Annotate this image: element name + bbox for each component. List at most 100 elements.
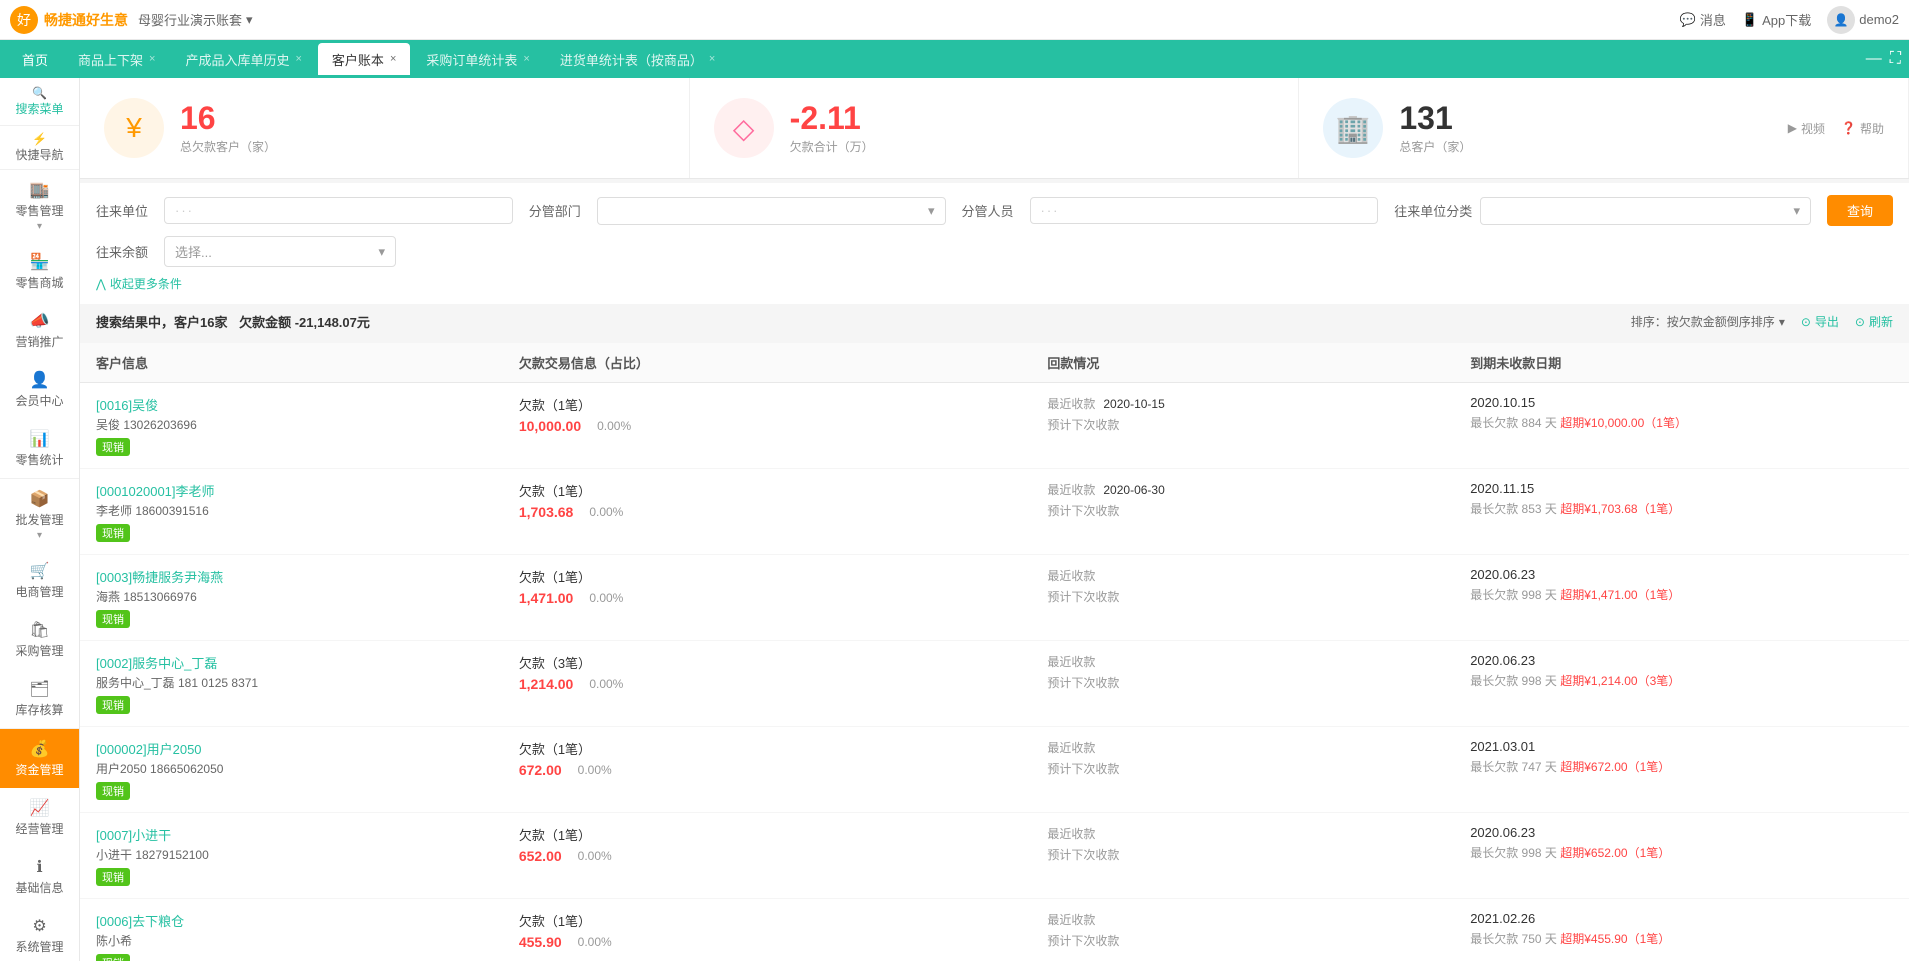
- overdue-amount-4[interactable]: 超期¥672.00（1笔）: [1560, 760, 1670, 774]
- tab-close-icon[interactable]: ×: [149, 53, 155, 65]
- sidebar-item-system[interactable]: ⚙ 系统管理: [0, 906, 79, 961]
- sidebar-item-member[interactable]: 👤 会员中心: [0, 360, 79, 419]
- customer-tag-3: 现销: [96, 696, 130, 714]
- customer-name-2[interactable]: [0003]畅捷服务尹海燕: [96, 567, 519, 586]
- sidebar-item-purchase[interactable]: 🛍 采购管理: [0, 610, 79, 669]
- overdue-amount-3[interactable]: 超期¥1,214.00（3笔）: [1560, 674, 1680, 688]
- return-info-0: 最近收款 2020-10-15 预计下次收款: [1047, 395, 1470, 456]
- return-label-2: 最近收款: [1047, 567, 1470, 584]
- overdue-detail-5: 最长欠款 998 天 超期¥652.00（1笔）: [1470, 844, 1893, 861]
- tab-close-icon-4[interactable]: ×: [523, 53, 529, 65]
- tab-purchase-order-stats[interactable]: 采购订单统计表 ×: [412, 43, 543, 75]
- sidebar-item-ecommerce[interactable]: 🛒 电商管理: [0, 551, 79, 610]
- refresh-label: 刷新: [1869, 313, 1893, 330]
- overdue-amount-1[interactable]: 超期¥1,703.68（1笔）: [1560, 502, 1680, 516]
- customer-name-6[interactable]: [0006]去下粮仓: [96, 911, 519, 930]
- debt-amount-6[interactable]: 455.90: [519, 934, 562, 950]
- sidebar-quick-nav[interactable]: ⚡ 快捷导航: [0, 126, 79, 170]
- sidebar-item-retail-mgmt[interactable]: 🏬 零售管理 ▾: [0, 170, 79, 242]
- return-label-1: 最近收款 2020-06-30: [1047, 481, 1470, 498]
- refresh-btn[interactable]: ⊙ 刷新: [1855, 313, 1893, 330]
- table-header: 客户信息 欠款交易信息（占比） 回款情况 到期未收款日期: [80, 343, 1909, 383]
- inventory-icon: 🗂: [29, 679, 49, 699]
- filter-balance-input[interactable]: 选择... ▾: [164, 236, 396, 267]
- overdue-info-0: 2020.10.15 最长欠款 884 天 超期¥10,000.00（1笔）: [1470, 395, 1893, 456]
- overdue-amount-6[interactable]: 超期¥455.90（1笔）: [1560, 932, 1670, 946]
- stat-card-overdue-customers: ¥ 16 总欠款客户（家）: [80, 78, 690, 178]
- sidebar-item-ops[interactable]: 📈 经营管理: [0, 788, 79, 847]
- user-menu[interactable]: 👤 demo2: [1827, 6, 1899, 34]
- filter-balance: 往来余额 选择... ▾: [96, 236, 396, 267]
- sidebar-item-retail-mall[interactable]: 🏪 零售商城: [0, 242, 79, 301]
- purchase-icon: 🛍: [29, 620, 49, 640]
- tab-customer-account[interactable]: 客户账本 ×: [318, 43, 410, 75]
- overdue-info-5: 2020.06.23 最长欠款 998 天 超期¥652.00（1笔）: [1470, 825, 1893, 886]
- refresh-icon: ⊙: [1855, 315, 1865, 329]
- debt-amount-4[interactable]: 672.00: [519, 762, 562, 778]
- customer-name-3[interactable]: [0002]服务中心_丁磊: [96, 653, 519, 672]
- stat-card-overdue-amount: ◇ -2.11 欠款合计（万）: [690, 78, 1300, 178]
- tab-home[interactable]: 首页: [8, 43, 62, 75]
- tab-bar: 首页 商品上下架 × 产成品入库单历史 × 客户账本 × 采购订单统计表 × 进…: [0, 40, 1909, 78]
- tab-production-history[interactable]: 产成品入库单历史 ×: [171, 43, 315, 75]
- sidebar-item-retail-stats[interactable]: 📊 零售统计: [0, 419, 79, 478]
- sidebar-item-inventory[interactable]: 🗂 库存核算: [0, 669, 79, 728]
- next-payment-2: 预计下次收款: [1047, 588, 1470, 605]
- filter-from-unit-input[interactable]: ···: [164, 197, 513, 224]
- overdue-amount-0[interactable]: 超期¥10,000.00（1笔）: [1560, 416, 1687, 430]
- customer-phone-1: 李老师 18600391516: [96, 502, 519, 519]
- sidebar-item-marketing[interactable]: 📣 营销推广: [0, 301, 79, 360]
- overdue-customers-icon: ¥: [104, 98, 164, 158]
- debt-amount-5[interactable]: 652.00: [519, 848, 562, 864]
- filter-manager-input[interactable]: ···: [1030, 197, 1379, 224]
- sort-arrow-icon: ▾: [1779, 315, 1785, 329]
- video-btn[interactable]: ▶ 视频: [1788, 120, 1825, 137]
- customer-phone-0: 吴俊 13026203696: [96, 416, 519, 433]
- message-btn[interactable]: 💬 消息: [1680, 10, 1726, 29]
- minimize-icon[interactable]: —: [1866, 50, 1882, 68]
- member-icon: 👤: [30, 370, 50, 390]
- help-icon: ❓: [1841, 121, 1856, 135]
- maximize-icon[interactable]: ⛶: [1890, 50, 1901, 68]
- debt-amount-0[interactable]: 10,000.00: [519, 418, 581, 434]
- customer-name-1[interactable]: [0001020001]李老师: [96, 481, 519, 500]
- customer-name-5[interactable]: [0007]小进干: [96, 825, 519, 844]
- tab-product-listing[interactable]: 商品上下架 ×: [64, 43, 169, 75]
- store-selector[interactable]: 母婴行业演示账套 ▾: [138, 10, 253, 29]
- debt-amount-3[interactable]: 1,214.00: [519, 676, 574, 692]
- tab-close-icon-5[interactable]: ×: [709, 53, 715, 65]
- customer-phone-5: 小进干 18279152100: [96, 846, 519, 863]
- collapse-label: 收起更多条件: [110, 275, 182, 292]
- customer-name-0[interactable]: [0016]吴俊: [96, 395, 519, 414]
- collapse-btn[interactable]: ⋀ 收起更多条件: [96, 275, 1893, 292]
- tab-close-icon-3[interactable]: ×: [390, 53, 396, 65]
- recent-payment-label-4: 最近收款: [1047, 739, 1095, 756]
- sidebar-item-finance[interactable]: 💰 资金管理: [0, 729, 79, 788]
- debt-percent-2: 0.00%: [589, 591, 623, 605]
- debt-amount-1[interactable]: 1,703.68: [519, 504, 574, 520]
- filter-unit-category-input[interactable]: ▾: [1480, 197, 1811, 225]
- customer-info-3: [0002]服务中心_丁磊 服务中心_丁磊 181 0125 8371 现销: [96, 653, 519, 714]
- help-btn[interactable]: ❓ 帮助: [1841, 120, 1884, 137]
- search-button[interactable]: 查询: [1827, 195, 1893, 226]
- debt-row-5: 652.00 0.00%: [519, 844, 1048, 868]
- tab-purchase-stats-product[interactable]: 进货单统计表（按商品） ×: [546, 43, 729, 75]
- dropdown-arrow-icon-3: ▾: [378, 244, 385, 260]
- content-area: ¥ 16 总欠款客户（家） ◇ -2.11 欠款合计（万） 🏢: [80, 78, 1909, 961]
- export-btn[interactable]: ⊙ 导出: [1801, 313, 1839, 330]
- customer-name-4[interactable]: [000002]用户2050: [96, 739, 519, 758]
- sort-select[interactable]: 排序：按欠款金额倒序排序 ▾: [1631, 313, 1785, 330]
- debt-count-6: 欠款（1笔）: [519, 911, 1048, 930]
- filter-dept-input[interactable]: ▾: [597, 197, 946, 225]
- overdue-amount-2[interactable]: 超期¥1,471.00（1笔）: [1560, 588, 1680, 602]
- mobile-icon: 📱: [1742, 12, 1758, 28]
- sidebar-search[interactable]: 🔍 搜索菜单: [0, 78, 79, 126]
- sidebar-item-batch-mgmt[interactable]: 📦 批发管理 ▾: [0, 479, 79, 551]
- tab-close-icon-2[interactable]: ×: [295, 53, 301, 65]
- debt-amount-2[interactable]: 1,471.00: [519, 590, 574, 606]
- data-table: 客户信息 欠款交易信息（占比） 回款情况 到期未收款日期 [0016]吴俊 吴俊…: [80, 343, 1909, 961]
- overdue-amount-5[interactable]: 超期¥652.00（1笔）: [1560, 846, 1670, 860]
- sidebar-item-basic[interactable]: ℹ 基础信息: [0, 847, 79, 906]
- app-download-btn[interactable]: 📱 App下载: [1742, 10, 1811, 29]
- debt-row-2: 1,471.00 0.00%: [519, 586, 1048, 610]
